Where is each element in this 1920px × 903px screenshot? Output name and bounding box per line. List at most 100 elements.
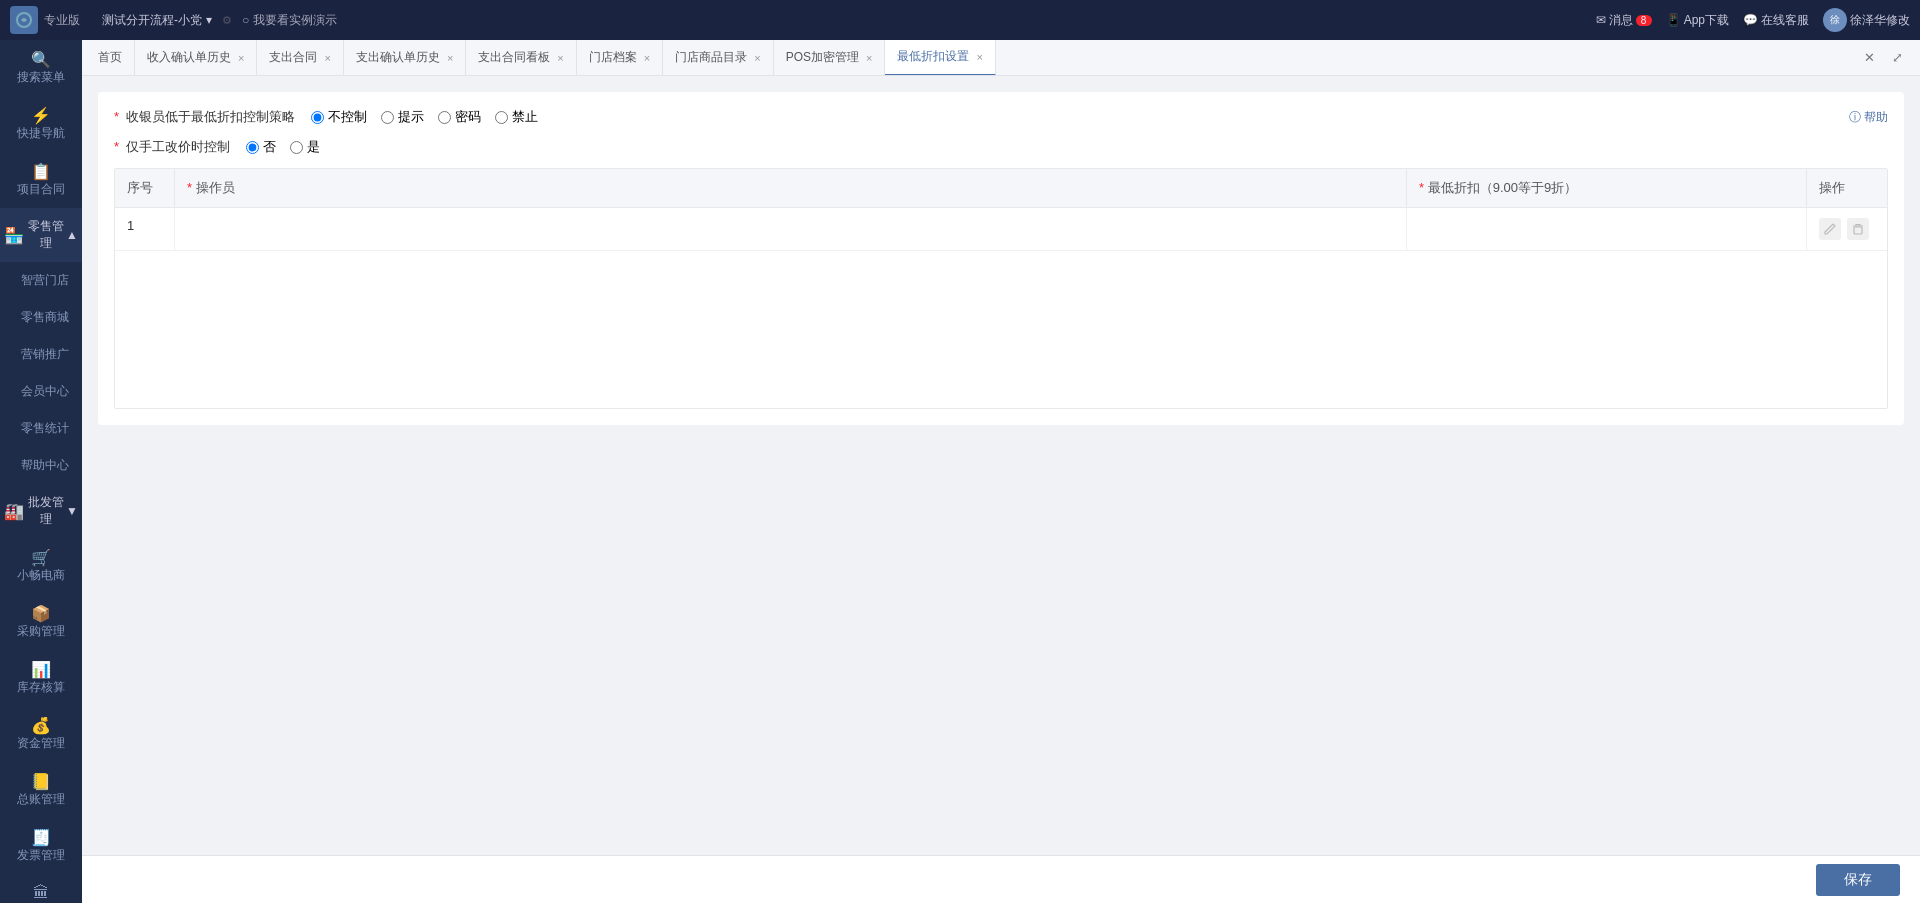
sidebar: 🔍 搜索菜单 ⚡ 快捷导航 📋 项目合同 🏪 零售管理 ▲ 智营门店 零售商城 …	[0, 40, 82, 903]
sidebar-item-retail-mgmt[interactable]: 🏪 零售管理 ▲	[0, 208, 82, 262]
sidebar-item-wholesale-mgmt-label: 批发管理	[28, 494, 64, 528]
radio-no-control[interactable]: 不控制	[311, 108, 367, 126]
sidebar-item-purchase-mgmt[interactable]: 📦 采购管理	[0, 594, 82, 650]
tab-store-archive[interactable]: 门店档案 ×	[577, 40, 663, 76]
tab-store-product-catalog[interactable]: 门店商品目录 ×	[663, 40, 773, 76]
topbar-center: 测试分开流程-小党 ▾ ⚙ ○ 我要看实例演示	[102, 12, 1586, 29]
radio-forbid-label: 禁止	[512, 108, 538, 126]
sidebar-item-finance-label: 资金管理	[4, 735, 78, 752]
tab-store-product-catalog-close[interactable]: ×	[754, 52, 760, 64]
sidebar-item-retail-stats[interactable]: 零售统计	[0, 410, 82, 447]
edit-icon[interactable]	[1819, 218, 1841, 240]
tab-income-confirm-history-close[interactable]: ×	[238, 52, 244, 64]
tab-income-confirm-history[interactable]: 收入确认单历史 ×	[135, 40, 257, 76]
sidebar-item-member-center-label: 会员中心	[12, 383, 78, 400]
user-profile[interactable]: 徐 徐泽华修改	[1823, 8, 1910, 32]
main-layout: 🔍 搜索菜单 ⚡ 快捷导航 📋 项目合同 🏪 零售管理 ▲ 智营门店 零售商城 …	[0, 40, 1920, 903]
retail-mgmt-arrow-icon: ▲	[66, 228, 78, 242]
save-button[interactable]: 保存	[1816, 864, 1900, 896]
cashier-discount-label: * 收银员低于最低折扣控制策略	[114, 108, 295, 126]
tab-payment-confirm-history-label: 支出确认单历史	[356, 49, 440, 66]
radio-no-control-label: 不控制	[328, 108, 367, 126]
radio-manual-no-label: 否	[263, 138, 276, 156]
sidebar-item-inventory[interactable]: 📊 库存核算	[0, 650, 82, 706]
radio-manual-yes-label: 是	[307, 138, 320, 156]
tab-payment-contract[interactable]: 支出合同 ×	[257, 40, 343, 76]
radio-no-control-input[interactable]	[311, 111, 324, 124]
settings-card: * 收银员低于最低折扣控制策略 不控制 提示	[98, 92, 1904, 425]
sidebar-item-inventory-label: 库存核算	[4, 679, 78, 696]
sidebar-item-invoice[interactable]: 🧾 发票管理	[0, 818, 82, 874]
th-action: 操作	[1807, 169, 1887, 207]
message-icon: ✉	[1596, 13, 1606, 27]
sidebar-item-project-contract-label: 项目合同	[4, 181, 78, 198]
demo-link-text: 我要看实例演示	[253, 12, 337, 29]
tab-payment-contract-label: 支出合同	[269, 49, 317, 66]
sidebar-item-search-menu[interactable]: 🔍 搜索菜单	[0, 40, 82, 96]
radio-password-input[interactable]	[438, 111, 451, 124]
tabs-right-controls: ✕ ⤢	[1858, 47, 1916, 69]
radio-manual-no[interactable]: 否	[246, 138, 276, 156]
radio-forbid[interactable]: 禁止	[495, 108, 538, 126]
sidebar-item-quick-nav[interactable]: ⚡ 快捷导航	[0, 96, 82, 152]
tab-payment-confirm-history-close[interactable]: ×	[447, 52, 453, 64]
sidebar-item-tax[interactable]: 🏛 税务管理	[0, 874, 82, 903]
required-star-1: *	[114, 109, 119, 124]
help-label: 帮助	[1864, 109, 1888, 126]
app-download-label: App下载	[1684, 12, 1729, 29]
user-name: 徐泽华修改	[1850, 12, 1910, 29]
help-link[interactable]: ⓘ 帮助	[1849, 109, 1888, 126]
radio-remind-input[interactable]	[381, 111, 394, 124]
sidebar-item-marketing[interactable]: 营销推广	[0, 336, 82, 373]
sidebar-item-ledger-label: 总账管理	[4, 791, 78, 808]
radio-password[interactable]: 密码	[438, 108, 481, 126]
sidebar-item-retail-mall[interactable]: 零售商城	[0, 299, 82, 336]
required-star-2: *	[114, 139, 119, 154]
tab-payment-confirm-history[interactable]: 支出确认单历史 ×	[344, 40, 466, 76]
radio-remind[interactable]: 提示	[381, 108, 424, 126]
tab-maximize-button[interactable]: ⤢	[1886, 47, 1908, 69]
action-icons	[1819, 218, 1875, 240]
tab-pos-encrypt-mgmt[interactable]: POS加密管理 ×	[774, 40, 886, 76]
message-badge: 8	[1636, 15, 1652, 26]
sidebar-item-ledger[interactable]: 📒 总账管理	[0, 762, 82, 818]
app-download-button[interactable]: 📱 App下载	[1666, 12, 1729, 29]
sidebar-item-help-center[interactable]: 帮助中心	[0, 447, 82, 484]
online-service-button[interactable]: 💬 在线客服	[1743, 12, 1809, 29]
sidebar-item-wholesale-mgmt[interactable]: 🏭 批发管理 ▼	[0, 484, 82, 538]
tab-payment-contract-board[interactable]: 支出合同看板 ×	[466, 40, 576, 76]
tab-home-label: 首页	[98, 49, 122, 66]
table-header: 序号 * 操作员 * 最低折扣（9.00等于9折） 操作	[115, 169, 1887, 208]
svg-rect-1	[1854, 227, 1862, 234]
page-content: * 收银员低于最低折扣控制策略 不控制 提示	[82, 76, 1920, 855]
message-button[interactable]: ✉ 消息 8	[1596, 12, 1652, 29]
tab-store-archive-close[interactable]: ×	[644, 52, 650, 64]
tab-close-button[interactable]: ✕	[1858, 47, 1880, 69]
sidebar-item-finance[interactable]: 💰 资金管理	[0, 706, 82, 762]
demo-link[interactable]: ○ 我要看实例演示	[242, 12, 337, 29]
sidebar-item-retail-mall-label: 零售商城	[12, 309, 78, 326]
tab-payment-contract-board-close[interactable]: ×	[557, 52, 563, 64]
radio-manual-yes-input[interactable]	[290, 141, 303, 154]
sidebar-item-smart-store[interactable]: 智营门店	[0, 262, 82, 299]
td-min-discount	[1407, 208, 1807, 250]
tab-pos-encrypt-mgmt-label: POS加密管理	[786, 49, 859, 66]
sidebar-item-ecommerce[interactable]: 🛒 小畅电商	[0, 538, 82, 594]
tab-home[interactable]: 首页	[86, 40, 135, 76]
logo-icon	[10, 6, 38, 34]
sidebar-item-project-contract[interactable]: 📋 项目合同	[0, 152, 82, 208]
sidebar-item-search-menu-label: 搜索菜单	[4, 69, 78, 86]
sidebar-item-member-center[interactable]: 会员中心	[0, 373, 82, 410]
tab-min-discount-settings-close[interactable]: ×	[976, 51, 982, 63]
radio-password-label: 密码	[455, 108, 481, 126]
sidebar-item-retail-mgmt-label: 零售管理	[28, 218, 64, 252]
radio-manual-yes[interactable]: 是	[290, 138, 320, 156]
tab-payment-contract-close[interactable]: ×	[324, 52, 330, 64]
tab-pos-encrypt-mgmt-close[interactable]: ×	[866, 52, 872, 64]
radio-manual-no-input[interactable]	[246, 141, 259, 154]
tab-min-discount-settings[interactable]: 最低折扣设置 ×	[885, 40, 995, 76]
cashier-discount-form-row: * 收银员低于最低折扣控制策略 不控制 提示	[114, 108, 1888, 126]
delete-icon[interactable]	[1847, 218, 1869, 240]
radio-forbid-input[interactable]	[495, 111, 508, 124]
project-selector[interactable]: 测试分开流程-小党 ▾	[102, 12, 212, 29]
